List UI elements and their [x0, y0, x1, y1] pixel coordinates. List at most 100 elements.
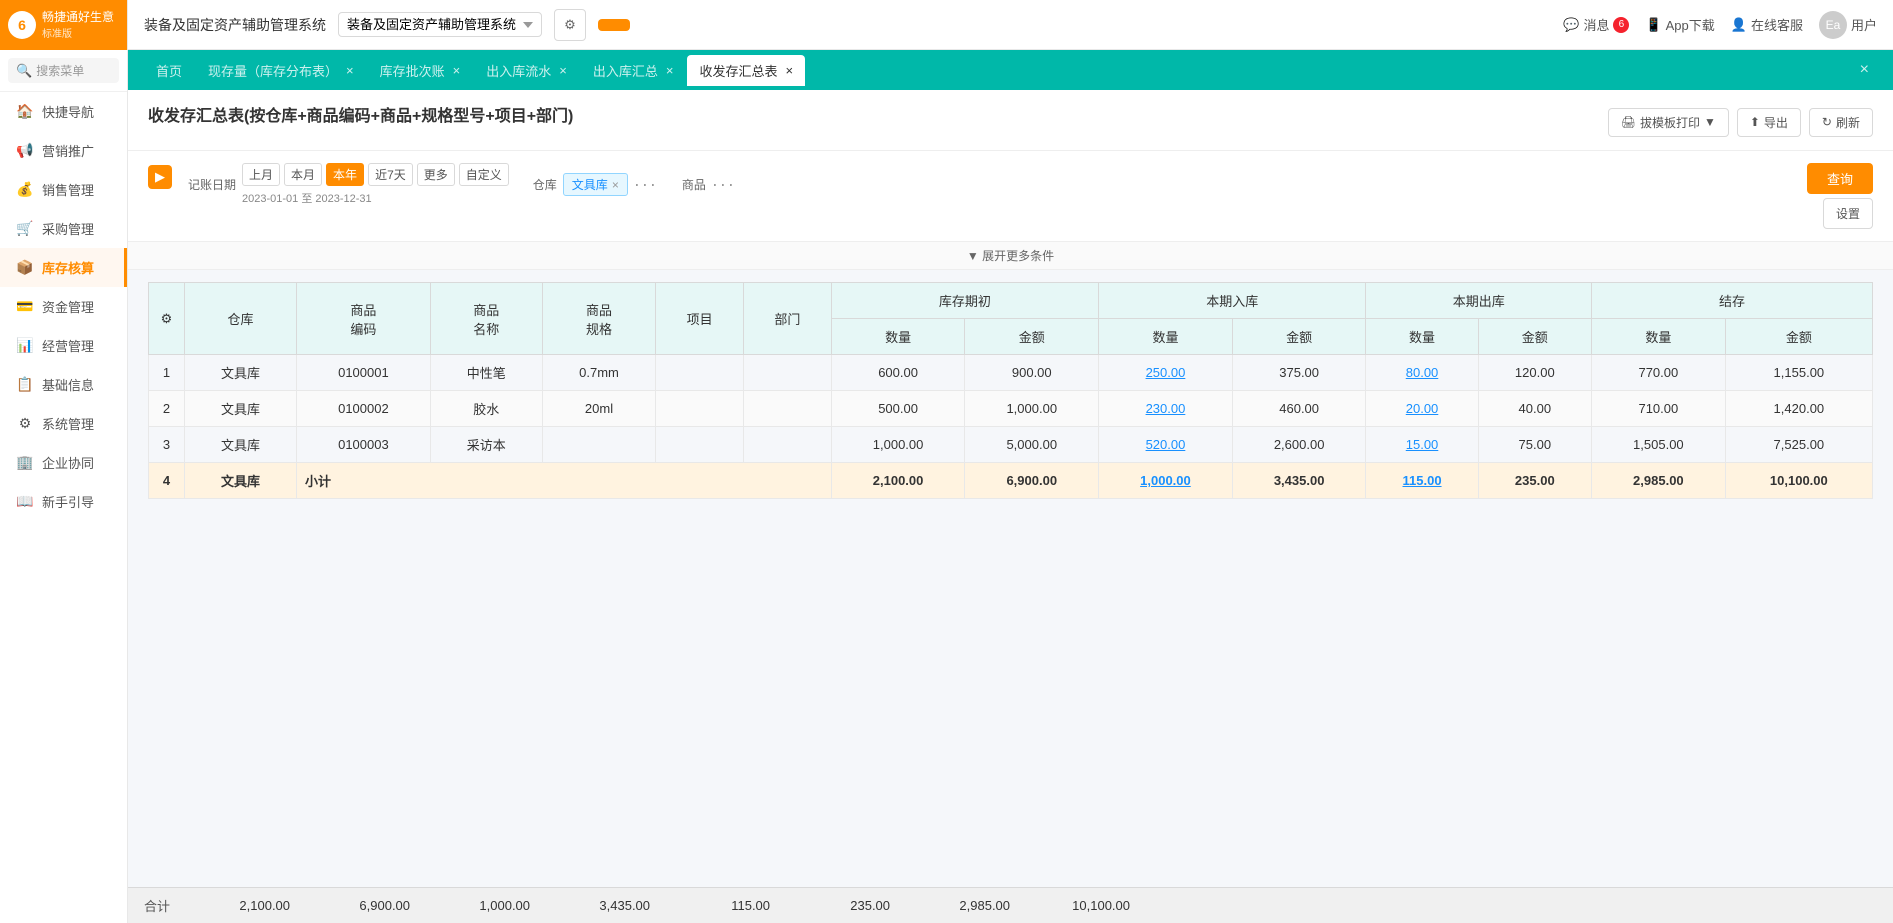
- trial-button[interactable]: [598, 19, 630, 31]
- sidebar-item-system[interactable]: ⚙ 系统管理: [0, 404, 127, 443]
- td-out-qty[interactable]: 80.00: [1366, 355, 1478, 391]
- sidebar-item-guide-label: 新手引导: [42, 492, 94, 511]
- app-download-action[interactable]: 📱 App下载: [1645, 15, 1714, 34]
- search-bar[interactable]: 🔍 搜索菜单: [0, 50, 127, 92]
- td-dept: [743, 427, 831, 463]
- gear-button[interactable]: ⚙: [554, 9, 586, 41]
- td-code: 0100001: [297, 355, 431, 391]
- message-action[interactable]: 💬 消息 6: [1563, 15, 1629, 34]
- refresh-button[interactable]: ↻ 刷新: [1809, 108, 1873, 137]
- message-icon: 💬: [1563, 17, 1579, 33]
- goods-more-btn[interactable]: ···: [712, 174, 736, 195]
- tab-inventory-dist[interactable]: 现存量（库存分布表） ×: [196, 55, 366, 86]
- goods-filter: 商品 ···: [682, 163, 736, 206]
- sidebar-item-enterprise[interactable]: 🏢 企业协同: [0, 443, 127, 482]
- message-label: 消息: [1583, 15, 1609, 34]
- td-subtotal-warehouse: 文具库: [185, 463, 297, 499]
- tab-home[interactable]: 首页: [144, 55, 194, 86]
- date-btn-7days[interactable]: 近7天: [368, 163, 413, 186]
- td-code: 0100002: [297, 391, 431, 427]
- user-action[interactable]: Ea 用户: [1819, 11, 1877, 39]
- td-init-qty: 600.00: [831, 355, 965, 391]
- tab-collect-close[interactable]: ×: [785, 63, 793, 78]
- tab-summary-close[interactable]: ×: [666, 63, 674, 78]
- sidebar: 6 畅捷通好生意 标准版 🔍 搜索菜单 🏠 快捷导航 📢 营销推广 💰 销售管理…: [0, 0, 128, 923]
- td-subtotal-out-qty[interactable]: 115.00: [1366, 463, 1478, 499]
- sidebar-item-finance[interactable]: 💳 资金管理: [0, 287, 127, 326]
- date-btn-this-year[interactable]: 本年: [326, 163, 364, 186]
- logo-subtitle: 标准版: [42, 25, 114, 40]
- query-button[interactable]: 查询: [1807, 163, 1873, 194]
- filter-toggle-btn[interactable]: ▶: [148, 165, 172, 189]
- sidebar-item-operation[interactable]: 📊 经营管理: [0, 326, 127, 365]
- td-out-qty[interactable]: 20.00: [1366, 391, 1478, 427]
- td-bal-amt: 7,525.00: [1725, 427, 1872, 463]
- system-selector[interactable]: 装备及固定资产辅助管理系统: [338, 12, 542, 37]
- sidebar-item-inventory[interactable]: 📦 库存核算: [0, 248, 127, 287]
- td-seq: 1: [149, 355, 185, 391]
- export-button[interactable]: ⬆ 导出: [1737, 108, 1801, 137]
- td-in-qty[interactable]: 250.00: [1099, 355, 1233, 391]
- tab-batch-close[interactable]: ×: [453, 63, 461, 78]
- bottom-total-bar: 合计 2,100.00 6,900.00 1,000.00 3,435.00 1…: [128, 887, 1893, 923]
- tab-summary[interactable]: 出入库汇总 ×: [581, 55, 686, 86]
- th-in-qty: 数量: [1099, 319, 1233, 355]
- main-area: 装备及固定资产辅助管理系统 装备及固定资产辅助管理系统 ⚙ 💬 消息 6 📱 A…: [128, 0, 1893, 923]
- sidebar-item-baseinfo[interactable]: 📋 基础信息: [0, 365, 127, 404]
- baseinfo-icon: 📋: [16, 376, 34, 394]
- tabbar-close-all[interactable]: ×: [1852, 57, 1877, 83]
- td-spec: 0.7mm: [542, 355, 655, 391]
- sidebar-item-purchase[interactable]: 🛒 采购管理: [0, 209, 127, 248]
- td-out-amt: 40.00: [1478, 391, 1591, 427]
- th-out-group: 本期出库: [1366, 283, 1592, 319]
- sidebar-item-guide[interactable]: 📖 新手引导: [0, 482, 127, 521]
- td-name: 采访本: [430, 427, 542, 463]
- tab-flow-close[interactable]: ×: [559, 63, 567, 78]
- th-name: 商品名称: [430, 283, 542, 355]
- date-btn-this-month[interactable]: 本月: [284, 163, 322, 186]
- print-button[interactable]: 🖨 拔模板打印 ▼: [1608, 108, 1729, 137]
- warehouse-filter: 仓库 文具库 × ···: [533, 163, 658, 206]
- td-in-amt: 375.00: [1232, 355, 1366, 391]
- export-label: 导出: [1764, 114, 1788, 131]
- logo-icon: 6: [8, 11, 36, 39]
- total-in-amt: 3,435.00: [570, 898, 650, 913]
- warehouse-tag-close[interactable]: ×: [612, 178, 619, 192]
- total-init-amt: 6,900.00: [330, 898, 410, 913]
- td-in-qty[interactable]: 520.00: [1099, 427, 1233, 463]
- sidebar-item-finance-label: 资金管理: [42, 297, 94, 316]
- sidebar-item-marketing[interactable]: 📢 营销推广: [0, 131, 127, 170]
- tab-collect[interactable]: 收发存汇总表 ×: [687, 55, 805, 86]
- filter-action-buttons: 查询 设置: [1807, 163, 1873, 229]
- th-balance-group: 结存: [1592, 283, 1873, 319]
- expand-more-bar[interactable]: ▼ 展开更多条件: [128, 242, 1893, 270]
- td-subtotal-in-qty[interactable]: 1,000.00: [1099, 463, 1233, 499]
- sidebar-item-sales[interactable]: 💰 销售管理: [0, 170, 127, 209]
- td-out-qty[interactable]: 15.00: [1366, 427, 1478, 463]
- tab-flow[interactable]: 出入库流水 ×: [474, 55, 579, 86]
- warehouse-more-btn[interactable]: ···: [634, 174, 658, 195]
- expand-more-icon: ▼: [967, 249, 979, 263]
- filter-fields: 记账日期 上月 本月 本年 近7天 更多 自定义 2023-01-01 至 20…: [188, 163, 1791, 206]
- tab-summary-label: 出入库汇总: [593, 61, 658, 80]
- settings-button[interactable]: 设置: [1823, 198, 1873, 229]
- date-btn-custom[interactable]: 自定义: [459, 163, 509, 186]
- td-in-qty[interactable]: 230.00: [1099, 391, 1233, 427]
- date-btn-more[interactable]: 更多: [417, 163, 455, 186]
- online-service-action[interactable]: 👤 在线客服: [1731, 15, 1803, 34]
- td-init-amt: 1,000.00: [965, 391, 1099, 427]
- app-logo: 6 畅捷通好生意 标准版: [0, 0, 127, 50]
- sidebar-item-home[interactable]: 🏠 快捷导航: [0, 92, 127, 131]
- total-out-qty: 115.00: [690, 898, 770, 913]
- tab-batch[interactable]: 库存批次账 ×: [368, 55, 473, 86]
- td-project: [656, 427, 744, 463]
- date-btn-last-month[interactable]: 上月: [242, 163, 280, 186]
- filter-toggle-icon: ▶: [155, 169, 165, 185]
- tab-inventory-dist-close[interactable]: ×: [346, 63, 354, 78]
- page-header-actions: 🖨 拔模板打印 ▼ ⬆ 导出 ↻ 刷新: [1608, 108, 1873, 137]
- data-table: ⚙ 仓库 商品编码 商品名称 商品规格 项目 部门 库存期初 本期入库 本期出库…: [148, 282, 1873, 499]
- total-out-amt: 235.00: [810, 898, 890, 913]
- th-spec: 商品规格: [542, 283, 655, 355]
- th-gear[interactable]: ⚙: [149, 283, 185, 355]
- td-name: 中性笔: [430, 355, 542, 391]
